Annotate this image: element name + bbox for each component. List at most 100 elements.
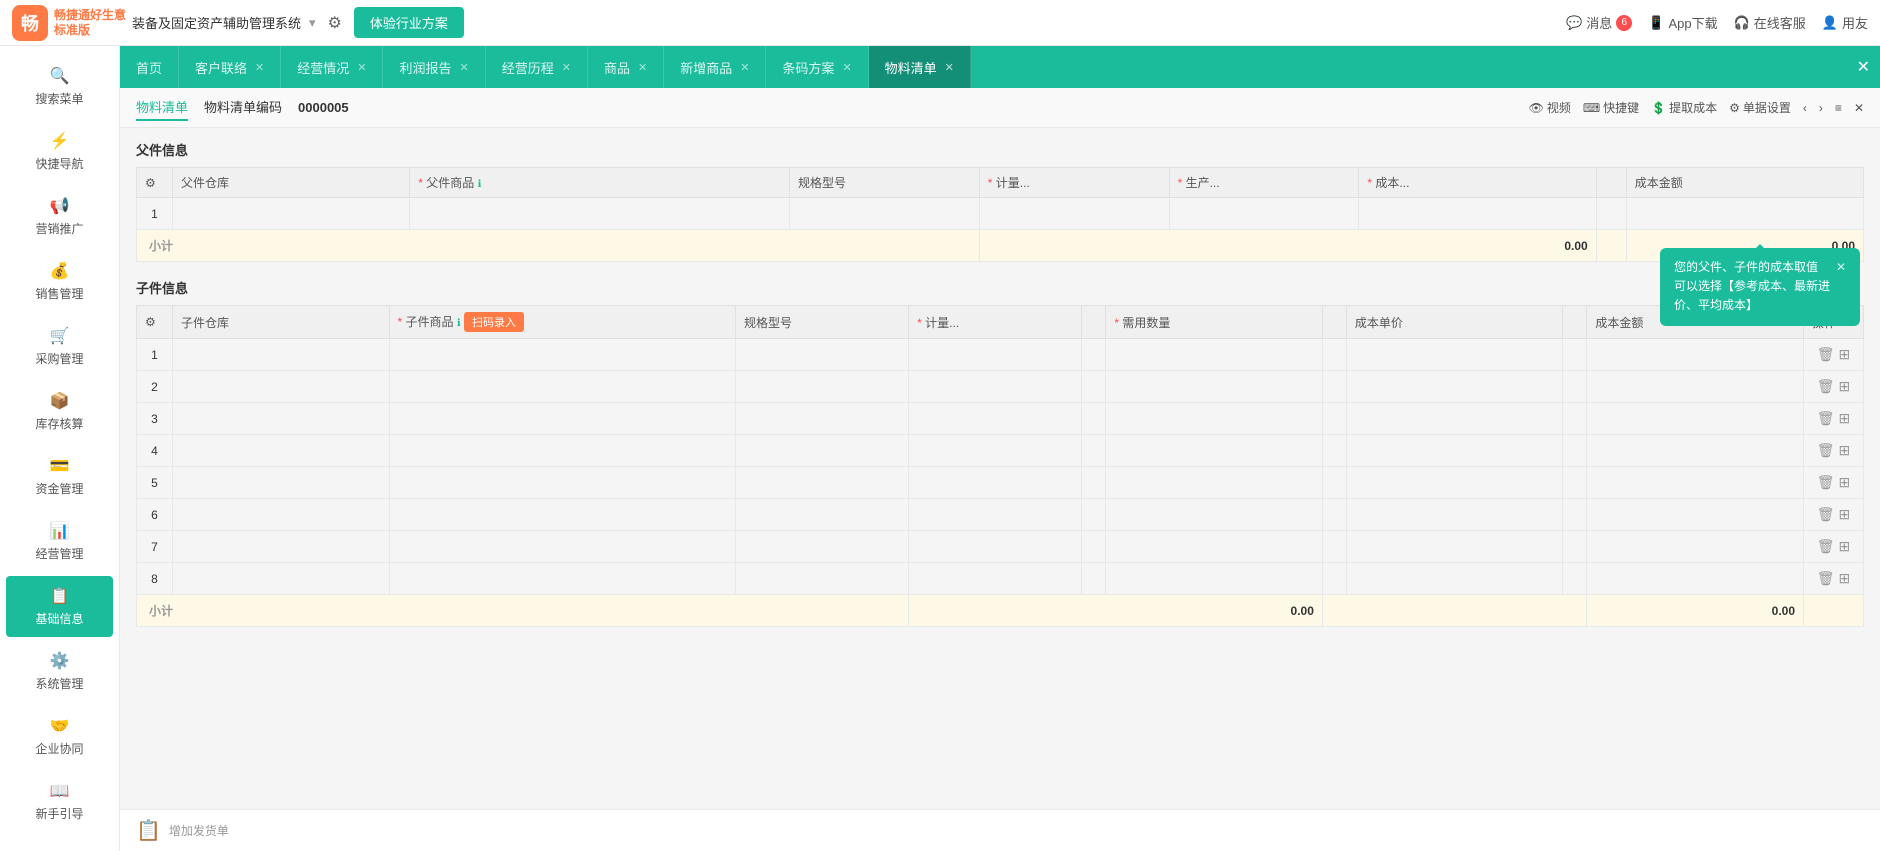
child-unit-cell[interactable] (909, 531, 1082, 563)
child-qty-cell[interactable] (1106, 467, 1323, 499)
menu-icon[interactable]: ≡ (1835, 101, 1842, 115)
child-warehouse-cell[interactable] (173, 563, 390, 595)
sidebar-item-inventory[interactable]: 📦 库存核算 (6, 381, 113, 442)
sidebar-item-quick-nav[interactable]: ⚡ 快捷导航 (6, 121, 113, 182)
settings-icon[interactable]: ⚙ (324, 9, 346, 37)
child-unit-cell[interactable] (909, 499, 1082, 531)
child-price-cell[interactable] (1346, 467, 1563, 499)
sub-tab-bom-list[interactable]: 物料清单 (136, 94, 188, 121)
user-menu[interactable]: 👤 用友 (1822, 13, 1868, 32)
tab-barcode[interactable]: 条码方案 ✕ (766, 46, 868, 88)
child-product-cell[interactable] (389, 339, 735, 371)
child-warehouse-cell[interactable] (173, 531, 390, 563)
child-price-cell[interactable] (1346, 531, 1563, 563)
child-qty-cell[interactable] (1106, 435, 1323, 467)
tab-bom[interactable]: 物料清单 ✕ (869, 46, 971, 88)
tab-new-product-close[interactable]: ✕ (740, 61, 749, 74)
tooltip-close-btn[interactable]: ✕ (1836, 258, 1846, 277)
child-warehouse-cell[interactable] (173, 371, 390, 403)
child-unit-cell[interactable] (909, 403, 1082, 435)
delete-row-button[interactable]: 🗑 (1817, 346, 1835, 363)
child-qty-cell[interactable] (1106, 339, 1323, 371)
tab-profit[interactable]: 利润报告 ✕ (383, 46, 485, 88)
prev-nav[interactable]: ‹ (1803, 101, 1807, 115)
tab-new-product[interactable]: 新增商品 ✕ (664, 46, 766, 88)
tab-products[interactable]: 商品 ✕ (588, 46, 664, 88)
child-qty-cell[interactable] (1106, 403, 1323, 435)
copy-row-button[interactable]: ⊞ (1839, 378, 1851, 395)
child-product-cell[interactable] (389, 371, 735, 403)
child-product-cell[interactable] (389, 467, 735, 499)
copy-row-button[interactable]: ⊞ (1839, 442, 1851, 459)
child-price-cell[interactable] (1346, 563, 1563, 595)
child-unit-cell[interactable] (909, 339, 1082, 371)
child-qty-cell[interactable] (1106, 531, 1323, 563)
sub-tab-bom-code[interactable]: 物料清单编码 (204, 94, 282, 121)
sidebar-item-purchase[interactable]: 🛒 采购管理 (6, 316, 113, 377)
tab-home[interactable]: 首页 (120, 46, 179, 88)
child-qty-cell[interactable] (1106, 371, 1323, 403)
child-product-cell[interactable] (389, 435, 735, 467)
tab-history-close[interactable]: ✕ (562, 61, 571, 74)
child-product-cell[interactable] (389, 531, 735, 563)
parent-product-cell[interactable] (410, 198, 790, 230)
copy-row-button[interactable]: ⊞ (1839, 410, 1851, 427)
copy-row-button[interactable]: ⊞ (1839, 346, 1851, 363)
tab-operations-close[interactable]: ✕ (357, 61, 366, 74)
online-service-button[interactable]: 🎧 在线客服 (1734, 13, 1806, 32)
child-price-cell[interactable] (1346, 403, 1563, 435)
child-price-cell[interactable] (1346, 499, 1563, 531)
next-nav[interactable]: › (1819, 101, 1823, 115)
child-unit-cell[interactable] (909, 467, 1082, 499)
tab-products-close[interactable]: ✕ (638, 61, 647, 74)
child-spec-cell[interactable] (735, 371, 908, 403)
shortcut-action[interactable]: ⌨ 快捷键 (1583, 99, 1639, 116)
experience-button[interactable]: 体验行业方案 (354, 7, 464, 38)
child-warehouse-cell[interactable] (173, 339, 390, 371)
child-price-cell[interactable] (1346, 435, 1563, 467)
child-product-cell[interactable] (389, 563, 735, 595)
delete-row-button[interactable]: 🗑 (1817, 506, 1835, 523)
sidebar-item-guide[interactable]: 📖 新手引导 (6, 771, 113, 832)
sidebar-item-marketing[interactable]: 📢 营销推广 (6, 186, 113, 247)
parent-warehouse-cell[interactable] (173, 198, 410, 230)
child-spec-cell[interactable] (735, 467, 908, 499)
copy-row-button[interactable]: ⊞ (1839, 474, 1851, 491)
delete-row-button[interactable]: 🗑 (1817, 378, 1835, 395)
copy-row-button[interactable]: ⊞ (1839, 538, 1851, 555)
message-button[interactable]: 💬 消息 6 (1566, 13, 1632, 32)
child-warehouse-cell[interactable] (173, 435, 390, 467)
close-all-tabs[interactable]: ✕ (1847, 57, 1880, 77)
sidebar-item-operations[interactable]: 📊 经营管理 (6, 511, 113, 572)
tab-history[interactable]: 经营历程 ✕ (486, 46, 588, 88)
parent-spec-cell[interactable] (789, 198, 979, 230)
sidebar-item-finance[interactable]: 💳 资金管理 (6, 446, 113, 507)
parent-production-cell[interactable] (1169, 198, 1359, 230)
child-unit-cell[interactable] (909, 371, 1082, 403)
child-spec-cell[interactable] (735, 339, 908, 371)
child-unit-cell[interactable] (909, 563, 1082, 595)
tab-customer-close[interactable]: ✕ (255, 61, 264, 74)
delete-row-button[interactable]: 🗑 (1817, 538, 1835, 555)
child-warehouse-cell[interactable] (173, 499, 390, 531)
view-action[interactable]: 👁 视频 (1529, 99, 1571, 116)
dropdown-icon[interactable]: ▾ (309, 15, 316, 31)
tab-operations[interactable]: 经营情况 ✕ (281, 46, 383, 88)
sidebar-item-basic-info[interactable]: 📋 基础信息 (6, 576, 113, 637)
child-qty-cell[interactable] (1106, 563, 1323, 595)
child-qty-cell[interactable] (1106, 499, 1323, 531)
tab-profit-close[interactable]: ✕ (460, 61, 469, 74)
delete-row-button[interactable]: 🗑 (1817, 474, 1835, 491)
child-product-cell[interactable] (389, 499, 735, 531)
cost-action[interactable]: 💲 提取成本 (1651, 99, 1717, 116)
settings-action[interactable]: ⚙ 单据设置 (1729, 99, 1791, 116)
child-spec-cell[interactable] (735, 563, 908, 595)
child-warehouse-cell[interactable] (173, 403, 390, 435)
tab-bom-close[interactable]: ✕ (945, 61, 954, 74)
copy-row-button[interactable]: ⊞ (1839, 570, 1851, 587)
sidebar-item-search[interactable]: 🔍 搜索菜单 (6, 56, 113, 117)
parent-col-settings[interactable]: ⚙ (137, 168, 173, 198)
child-col-settings[interactable]: ⚙ (137, 306, 173, 339)
parent-unit-cell[interactable] (979, 198, 1169, 230)
child-spec-cell[interactable] (735, 499, 908, 531)
